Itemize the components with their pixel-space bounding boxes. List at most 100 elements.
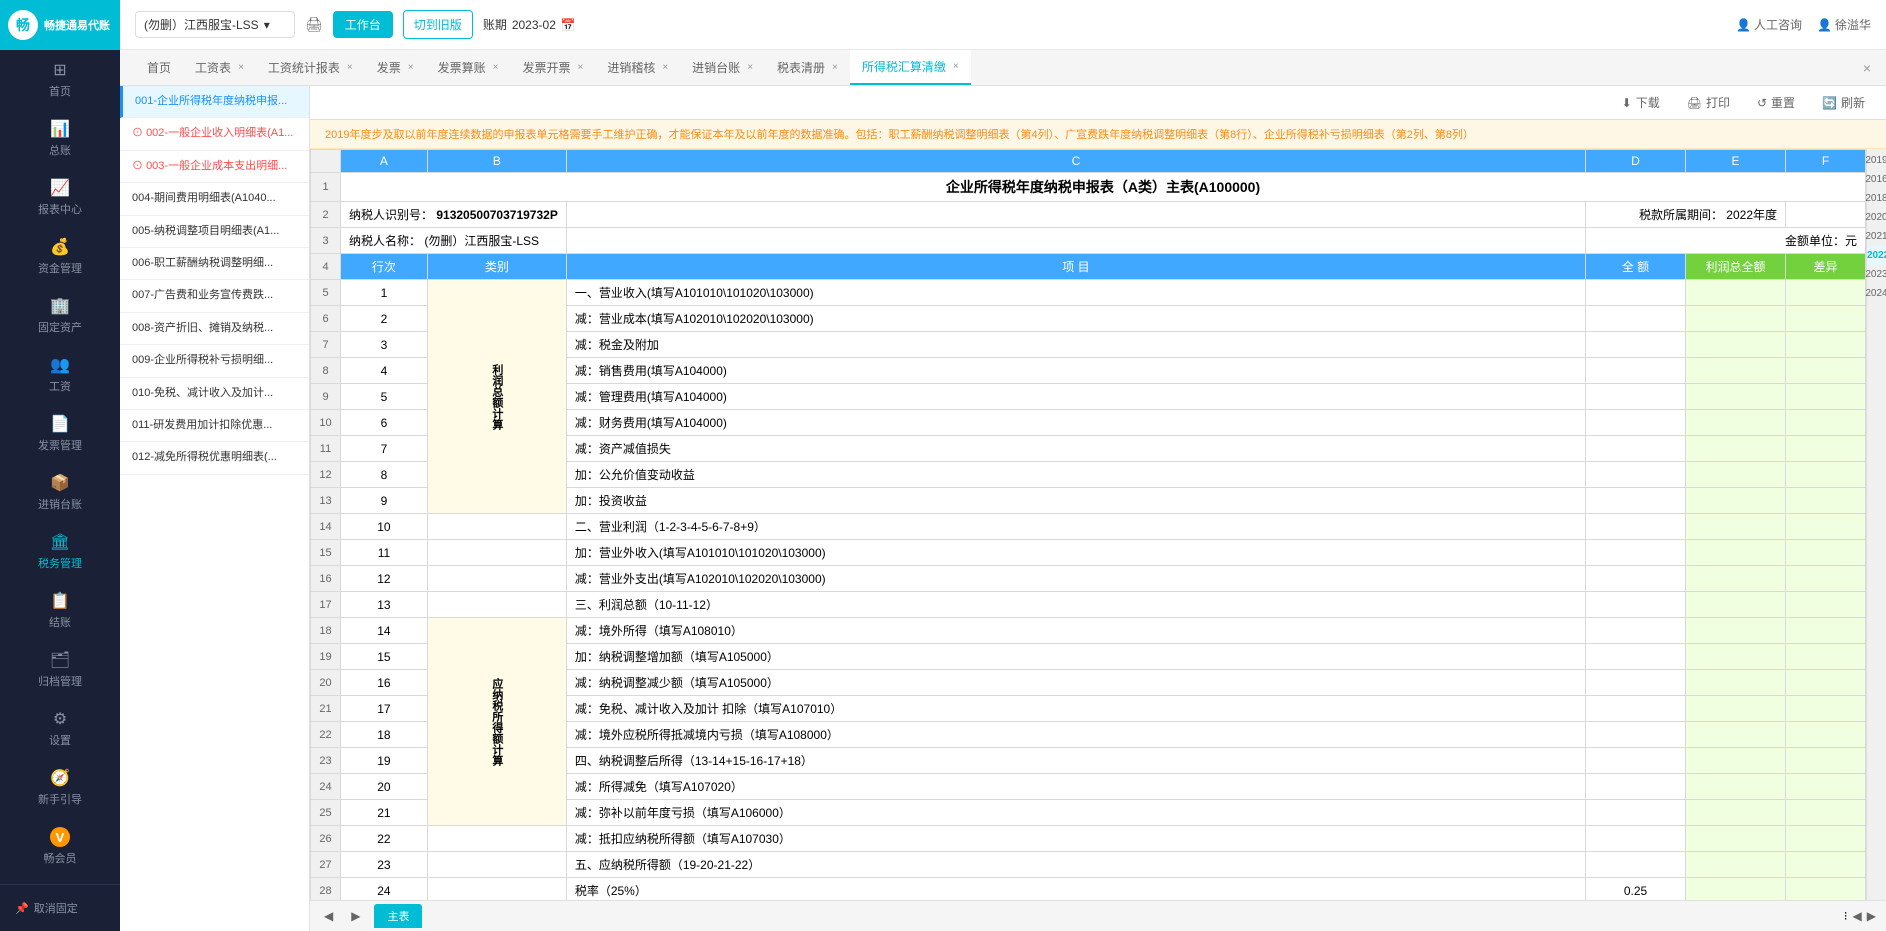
sidebar-item-archive[interactable]: 🗂 归档管理 (0, 640, 120, 699)
table-container[interactable]: A B C D E F 1 企业所 (310, 149, 1866, 900)
tab-payroll-stat-close[interactable]: × (347, 62, 353, 73)
download-button[interactable]: ⬇ 下载 (1616, 91, 1666, 114)
tab-invoice[interactable]: 发票 × (365, 51, 426, 84)
year-2024[interactable]: 2024 (1865, 284, 1886, 303)
member-icon: V (50, 827, 70, 847)
sidebar-item-payroll[interactable]: 👥 工资 (0, 345, 120, 404)
unpin-button[interactable]: 📌 取消固定 (10, 895, 110, 921)
sidebar-item-settings[interactable]: ⚙ 设置 (0, 699, 120, 758)
report-item-004[interactable]: 004-期间费用明细表(A1040... (120, 183, 309, 215)
sidebar-item-guide[interactable]: 🧭 新手引导 (0, 758, 120, 817)
sidebar: 畅 畅捷通易代账 ⊞ 首页 📊 总账 📈 报表中心 💰 资金管理 🏢 固定资产 … (0, 0, 120, 931)
warning-icon-003: ⊙ (132, 160, 146, 172)
sheet-tab-main[interactable]: 主表 (374, 904, 422, 928)
table-row-taxpayer: 2 纳税人识别号： 91320500703719732P 税款所属期间： 202… (311, 202, 1866, 228)
report-item-009[interactable]: 009-企业所得税补亏损明细... (120, 345, 309, 377)
year-2019[interactable]: 2019 (1865, 151, 1886, 170)
tab-payroll-close[interactable]: × (238, 62, 244, 73)
tab-purchase-ledger[interactable]: 进销台账 × (680, 51, 765, 84)
table-row: 27 23 五、应纳税所得额（19-20-21-22） (311, 852, 1866, 878)
customer-service-button[interactable]: 👤 人工咨询 (1736, 16, 1802, 33)
switch-version-button[interactable]: 切到旧版 (403, 10, 473, 39)
empty-c3 (566, 228, 1585, 254)
reset-button[interactable]: ↺ 重置 (1751, 91, 1801, 114)
topbar: (勿删）江西服宝-LSS ▾ 🖨 工作台 切到旧版 账期 2023-02 📅 👤… (120, 0, 1886, 50)
report-item-003[interactable]: ⊙ 003-一般企业成本支出明细... (120, 151, 309, 183)
scroll-left-button[interactable]: ◀ (1853, 909, 1862, 923)
report-item-002[interactable]: ⊙ 002-一般企业收入明细表(A1... (120, 118, 309, 150)
tab-tax-clear[interactable]: 税表清册 × (765, 51, 850, 84)
sidebar-item-purchase[interactable]: 📦 进销台账 (0, 463, 120, 522)
sidebar-item-home[interactable]: ⊞ 首页 (0, 50, 120, 109)
scroll-indicator: ⁝ ◀ ▶ (1844, 909, 1876, 923)
tab-payroll[interactable]: 工资表 × (183, 51, 256, 84)
tab-purchase-verify-close[interactable]: × (662, 62, 668, 73)
download-label: 下载 (1636, 94, 1660, 111)
next-sheet-button[interactable]: ▶ (347, 907, 364, 925)
print-button[interactable]: 🖨 打印 (1681, 91, 1736, 114)
sidebar-item-asset[interactable]: 🏢 固定资产 (0, 286, 120, 345)
sidebar-item-member[interactable]: V 畅会员 (0, 817, 120, 876)
sidebar-label-member: 畅会员 (44, 850, 77, 866)
report-item-012[interactable]: 012-减免所得税优惠明细表(... (120, 442, 309, 474)
sidebar-item-ledger[interactable]: 📊 总账 (0, 109, 120, 168)
table-row: 17 13 三、利润总额（10-11-12） (311, 592, 1866, 618)
year-2022[interactable]: 2022 (1867, 246, 1886, 265)
tab-tax-clear-close[interactable]: × (832, 62, 838, 73)
tab-purchase-ledger-close[interactable]: × (747, 62, 753, 73)
workbench-button[interactable]: 工作台 (333, 11, 393, 38)
tab-invoice-close[interactable]: × (408, 62, 414, 73)
tab-purchase-verify[interactable]: 进销稽核 × (595, 51, 680, 84)
user-profile-button[interactable]: 👤 徐溢华 (1817, 16, 1871, 33)
company-name: (勿删）江西服宝-LSS (144, 16, 259, 33)
tab-invoice-open-close[interactable]: × (577, 62, 583, 73)
tab-tax-clear-label: 税表清册 (777, 59, 825, 76)
report-item-011[interactable]: 011-研发费用加计扣除优惠... (120, 410, 309, 442)
unpin-label: 取消固定 (34, 900, 78, 916)
report-item-007[interactable]: 007-广告费和业务宣传费跌... (120, 280, 309, 312)
company-label: 纳税人名称： (349, 234, 421, 248)
sidebar-item-settlement[interactable]: 📋 结账 (0, 581, 120, 640)
taxpayer-id-value: 91320500703719732P (436, 208, 557, 222)
sidebar-item-tax[interactable]: 🏛 税务管理 (0, 522, 120, 581)
sidebar-label-capital: 资金管理 (38, 260, 82, 276)
tab-home[interactable]: 首页 (135, 51, 183, 84)
tab-tax-calc-close[interactable]: × (953, 61, 959, 72)
close-all-tabs-button[interactable]: × (1863, 60, 1871, 76)
company-selector[interactable]: (勿删）江西服宝-LSS ▾ (135, 11, 295, 38)
tab-invoice-open[interactable]: 发票开票 × (510, 51, 595, 84)
app-logo: 畅 畅捷通易代账 (0, 0, 120, 50)
settlement-icon: 📋 (50, 591, 70, 611)
scroll-right-button[interactable]: ▶ (1867, 909, 1876, 923)
report-area: ⬇ 下载 🖨 打印 ↺ 重置 🔄 刷新 2019年度步及取以前年度连续 (310, 86, 1886, 931)
year-2023[interactable]: 2023 (1865, 265, 1886, 284)
sidebar-label-tax: 税务管理 (38, 555, 82, 571)
sidebar-label-guide: 新手引导 (38, 791, 82, 807)
report-item-006[interactable]: 006-职工薪酬纳税调整明细... (120, 248, 309, 280)
prev-sheet-button[interactable]: ◀ (320, 907, 337, 925)
year-2020[interactable]: 2020 (1865, 208, 1886, 227)
report-item-001[interactable]: 001-企业所得税年度纳税申报... (120, 86, 309, 118)
year-2016[interactable]: 2016 (1865, 170, 1886, 189)
table-row: 14 10 二、营业利润（1-2-3-4-5-6-7-8+9） (311, 514, 1866, 540)
year-2021[interactable]: 2021 (1865, 227, 1886, 246)
sidebar-item-report[interactable]: 📈 报表中心 (0, 168, 120, 227)
report-item-010[interactable]: 010-免税、减计收入及加计... (120, 378, 309, 410)
report-item-008[interactable]: 008-资产折旧、摊销及纳税... (120, 313, 309, 345)
report-icon: 📈 (50, 178, 70, 198)
tab-tax-calc[interactable]: 所得税汇算清缴 × (850, 50, 971, 85)
table-row: 26 22 减：抵扣应纳税所得额（填写A107030） (311, 826, 1866, 852)
report-item-005[interactable]: 005-纳税调整项目明细表(A1... (120, 216, 309, 248)
year-2018[interactable]: 2018 (1865, 189, 1886, 208)
tab-invoice-calc-close[interactable]: × (493, 62, 499, 73)
refresh-button[interactable]: 🔄 刷新 (1816, 91, 1871, 114)
warning-icon-002: ⊙ (132, 127, 146, 139)
sidebar-item-invoice[interactable]: 📄 发票管理 (0, 404, 120, 463)
scroll-info: ⁝ (1844, 909, 1848, 923)
tab-payroll-stat[interactable]: 工资统计报表 × (256, 51, 365, 84)
sidebar-item-capital[interactable]: 💰 资金管理 (0, 227, 120, 286)
sidebar-bottom: 📌 取消固定 (0, 884, 120, 931)
tab-invoice-calc[interactable]: 发票算账 × (426, 51, 511, 84)
print-icon: 🖨 (1687, 96, 1702, 110)
username-label: 徐溢华 (1835, 16, 1871, 33)
